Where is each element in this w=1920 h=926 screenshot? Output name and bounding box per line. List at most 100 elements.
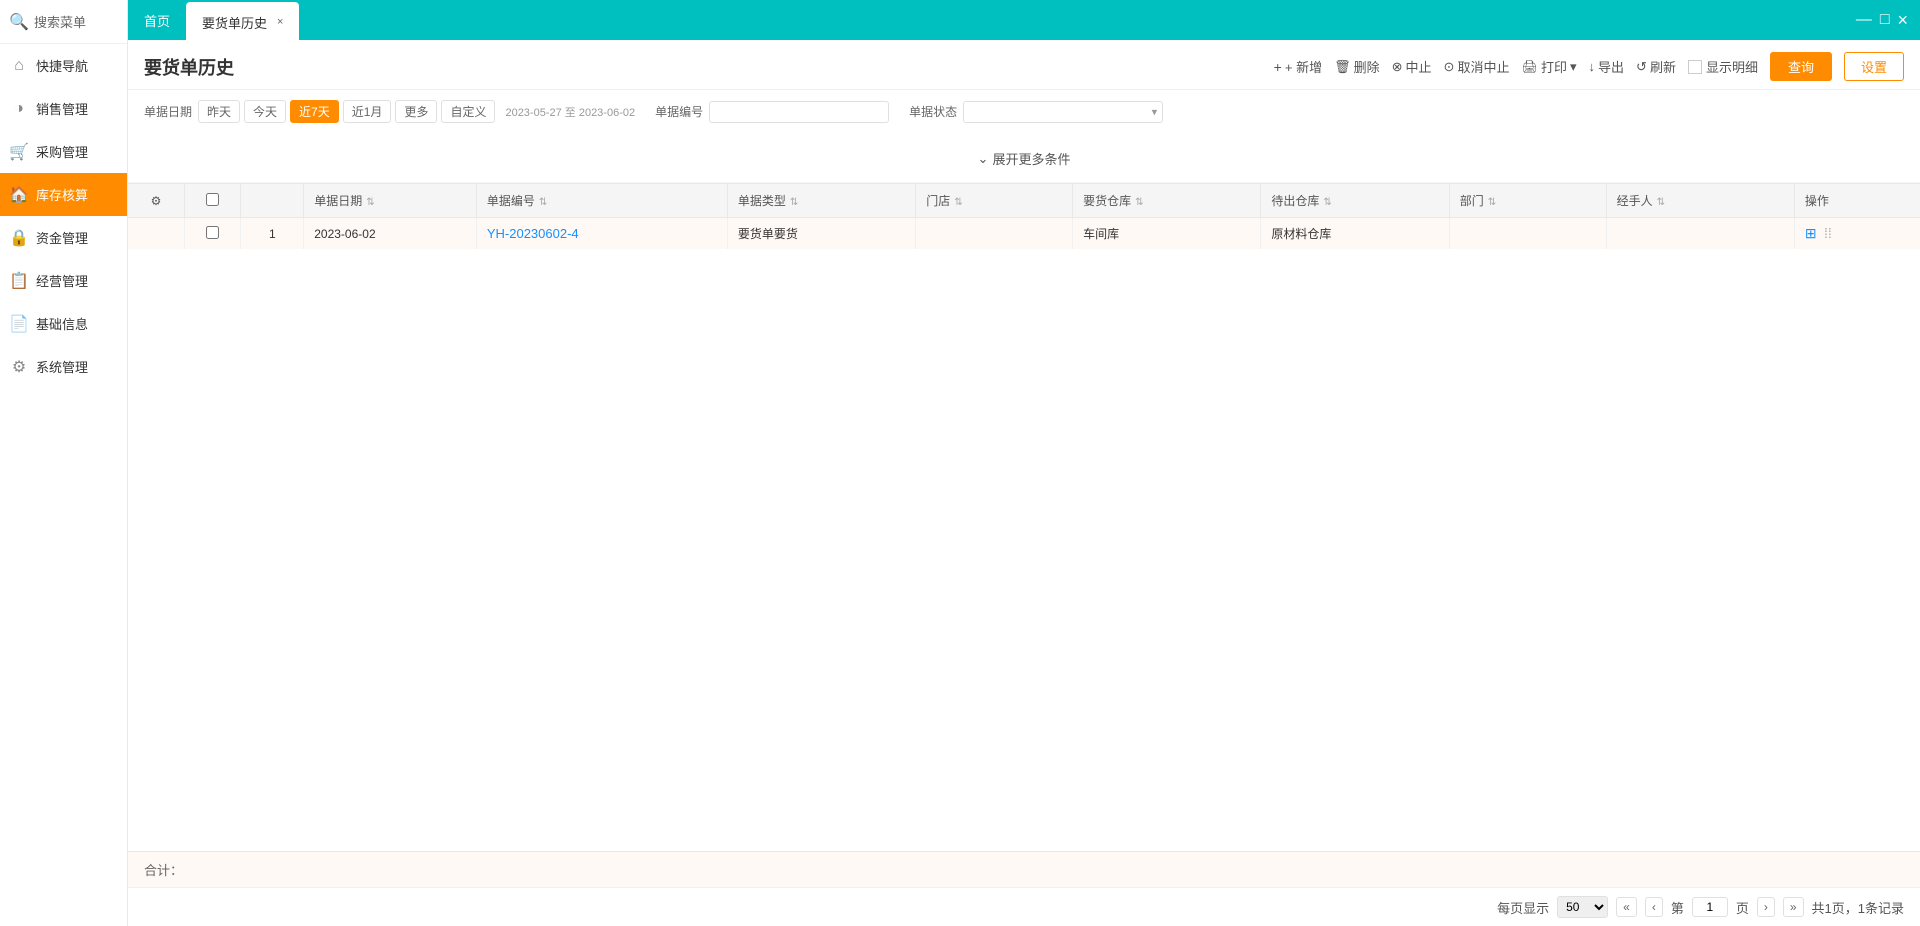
row-operations: ⊞ ⁞⁞ bbox=[1794, 218, 1920, 250]
sort-dept-icon: ⇅ bbox=[1488, 197, 1496, 208]
page-title: 要货单历史 bbox=[144, 54, 234, 80]
date-btn-today[interactable]: 今天 bbox=[244, 100, 286, 123]
col-handler[interactable]: 经手人⇅ bbox=[1606, 184, 1794, 218]
setting-button[interactable]: 设置 bbox=[1844, 52, 1904, 81]
sidebar-item-finance[interactable]: 🔒 资金管理 bbox=[0, 216, 127, 259]
sort-date-icon: ⇅ bbox=[366, 197, 374, 208]
main-area: 首页 要货单历史 × — □ × 要货单历史 + + 新增 🗑 删除 bbox=[128, 0, 1920, 926]
table-footer: 合计： bbox=[128, 851, 1920, 887]
sort-store-icon: ⇅ bbox=[954, 197, 962, 208]
refresh-icon: ↺ bbox=[1636, 59, 1647, 75]
date-btn-more[interactable]: 更多 bbox=[395, 100, 437, 123]
page-label: 第 bbox=[1671, 898, 1684, 917]
print-button[interactable]: 🖨 打印 ▾ bbox=[1521, 57, 1576, 76]
expand-more-button[interactable]: ⌄ 展开更多条件 bbox=[144, 145, 1904, 172]
sales-icon: ◑ bbox=[10, 100, 28, 118]
date-btn-yesterday[interactable]: 昨天 bbox=[198, 100, 240, 123]
col-bill-type[interactable]: 单据类型⇅ bbox=[727, 184, 915, 218]
sidebar-item-inventory[interactable]: 🏠 库存核算 bbox=[0, 173, 127, 216]
col-bill-no[interactable]: 单据编号⇅ bbox=[476, 184, 727, 218]
sidebar-item-label: 库存核算 bbox=[36, 185, 88, 204]
sidebar-item-sales[interactable]: ◑ 销售管理 bbox=[0, 87, 127, 130]
bill-no-input[interactable] bbox=[709, 101, 889, 123]
display-detail-toggle[interactable]: 显示明细 bbox=[1688, 57, 1758, 76]
row-bill-no: YH-20230602-4 bbox=[476, 218, 727, 250]
header-actions: + + 新增 🗑 删除 ⊗ 中止 ⊙ 取消中止 🖨 打印 bbox=[1274, 52, 1904, 81]
content-area: 要货单历史 + + 新增 🗑 删除 ⊗ 中止 ⊙ 取消中止 bbox=[128, 40, 1920, 926]
col-num bbox=[241, 184, 304, 218]
sidebar-item-label: 采购管理 bbox=[36, 142, 88, 161]
row-date: 2023-06-02 bbox=[304, 218, 477, 250]
sort-billtype-icon: ⇅ bbox=[790, 197, 798, 208]
filter-date-group: 单据日期 昨天 今天 近7天 近1月 更多 自定义 2023-05-27 至 2… bbox=[144, 100, 635, 123]
stop-button[interactable]: ⊗ 中止 bbox=[1392, 57, 1432, 76]
date-btn-1month[interactable]: 近1月 bbox=[343, 100, 392, 123]
new-icon: + bbox=[1274, 59, 1282, 75]
delete-button[interactable]: 🗑 删除 bbox=[1334, 57, 1380, 76]
sort-handler-icon: ⇅ bbox=[1657, 197, 1665, 208]
purchase-icon: 🛒 bbox=[10, 143, 28, 161]
window-maximize-icon[interactable]: □ bbox=[1880, 11, 1890, 29]
row-edit-icon[interactable]: ⊞ bbox=[1805, 225, 1817, 241]
query-button[interactable]: + 新增查询 bbox=[1770, 52, 1832, 81]
export-button[interactable]: ↓ 导出 bbox=[1589, 57, 1625, 76]
date-btn-custom[interactable]: 自定义 bbox=[441, 100, 495, 123]
finance-icon: 🔒 bbox=[10, 229, 28, 247]
display-detail-checkbox bbox=[1688, 60, 1702, 74]
row-dept bbox=[1449, 218, 1606, 250]
sidebar-item-quick-nav[interactable]: ⌂ 快捷导航 bbox=[0, 44, 127, 87]
sort-req-icon: ⇅ bbox=[1135, 197, 1143, 208]
col-settings[interactable]: ⚙ bbox=[128, 184, 184, 218]
sidebar-item-label: 快捷导航 bbox=[36, 56, 88, 75]
sidebar-item-label: 系统管理 bbox=[36, 357, 88, 376]
new-button[interactable]: + + 新增 bbox=[1274, 57, 1322, 76]
row-dest-warehouse: 原材料仓库 bbox=[1261, 218, 1449, 250]
row-settings bbox=[128, 218, 184, 250]
col-dept[interactable]: 部门⇅ bbox=[1449, 184, 1606, 218]
page-size-select[interactable]: 20 50 100 bbox=[1557, 896, 1608, 918]
sidebar: 🔍 搜索菜单 ⌂ 快捷导航 ◑ 销售管理 🛒 采购管理 🏠 库存核算 🔒 资金管… bbox=[0, 0, 128, 926]
date-filter-options: 昨天 今天 近7天 近1月 更多 自定义 bbox=[198, 100, 495, 123]
select-all-checkbox[interactable] bbox=[206, 193, 219, 206]
page-number-input[interactable] bbox=[1692, 897, 1728, 917]
tab-close-icon[interactable]: × bbox=[277, 16, 283, 28]
window-close-icon[interactable]: × bbox=[1897, 10, 1908, 31]
refresh-button[interactable]: ↺ 刷新 bbox=[1636, 57, 1676, 76]
date-range-text: 2023-05-27 至 2023-06-02 bbox=[505, 104, 635, 120]
bill-no-link[interactable]: YH-20230602-4 bbox=[487, 226, 579, 241]
col-date[interactable]: 单据日期⇅ bbox=[304, 184, 477, 218]
sort-billno-icon: ⇅ bbox=[539, 197, 547, 208]
inventory-icon: 🏠 bbox=[10, 186, 28, 204]
row-more-icon[interactable]: ⁞⁞ bbox=[1824, 225, 1832, 241]
status-select[interactable] bbox=[963, 101, 1163, 123]
sidebar-item-basics[interactable]: 📄 基础信息 bbox=[0, 302, 127, 345]
col-checkbox bbox=[184, 184, 240, 218]
page-header: 要货单历史 + + 新增 🗑 删除 ⊗ 中止 ⊙ 取消中止 bbox=[128, 40, 1920, 90]
tab-home[interactable]: 首页 bbox=[128, 0, 186, 40]
sidebar-item-system[interactable]: ⚙ 系统管理 bbox=[0, 345, 127, 388]
sidebar-search[interactable]: 🔍 搜索菜单 bbox=[0, 0, 127, 44]
last-page-button[interactable]: » bbox=[1783, 897, 1804, 917]
row-checkbox[interactable] bbox=[206, 226, 219, 239]
table-row: 1 2023-06-02 YH-20230602-4 要货单要货 车间库 原材料… bbox=[128, 218, 1920, 250]
tab-active[interactable]: 要货单历史 × bbox=[186, 2, 299, 42]
prev-page-button[interactable]: ‹ bbox=[1645, 897, 1663, 917]
col-store[interactable]: 门店⇅ bbox=[916, 184, 1073, 218]
status-select-wrapper bbox=[963, 101, 1163, 123]
first-page-button[interactable]: « bbox=[1616, 897, 1637, 917]
col-req-warehouse[interactable]: 要货仓库⇅ bbox=[1073, 184, 1261, 218]
sidebar-item-purchase[interactable]: 🛒 采购管理 bbox=[0, 130, 127, 173]
print-dropdown-icon: ▾ bbox=[1570, 59, 1577, 75]
filter-status-group: 单据状态 bbox=[909, 101, 1163, 123]
cancel-stop-button[interactable]: ⊙ 取消中止 bbox=[1444, 57, 1510, 76]
page-size-label: 每页显示 bbox=[1497, 898, 1549, 917]
sidebar-item-operations[interactable]: 📋 经营管理 bbox=[0, 259, 127, 302]
window-minimize-icon[interactable]: — bbox=[1856, 11, 1872, 29]
col-dest-warehouse[interactable]: 待出仓库⇅ bbox=[1261, 184, 1449, 218]
next-page-button[interactable]: › bbox=[1757, 897, 1775, 917]
sidebar-item-label: 销售管理 bbox=[36, 99, 88, 118]
date-btn-7days[interactable]: 近7天 bbox=[290, 100, 339, 123]
cancel-stop-icon: ⊙ bbox=[1444, 59, 1455, 75]
table-header-row: ⚙ 单据日期⇅ 单据编号⇅ 单据类型⇅ 门店⇅ 要货仓库⇅ 待出仓库⇅ 部门⇅ … bbox=[128, 184, 1920, 218]
row-checkbox-cell bbox=[184, 218, 240, 250]
